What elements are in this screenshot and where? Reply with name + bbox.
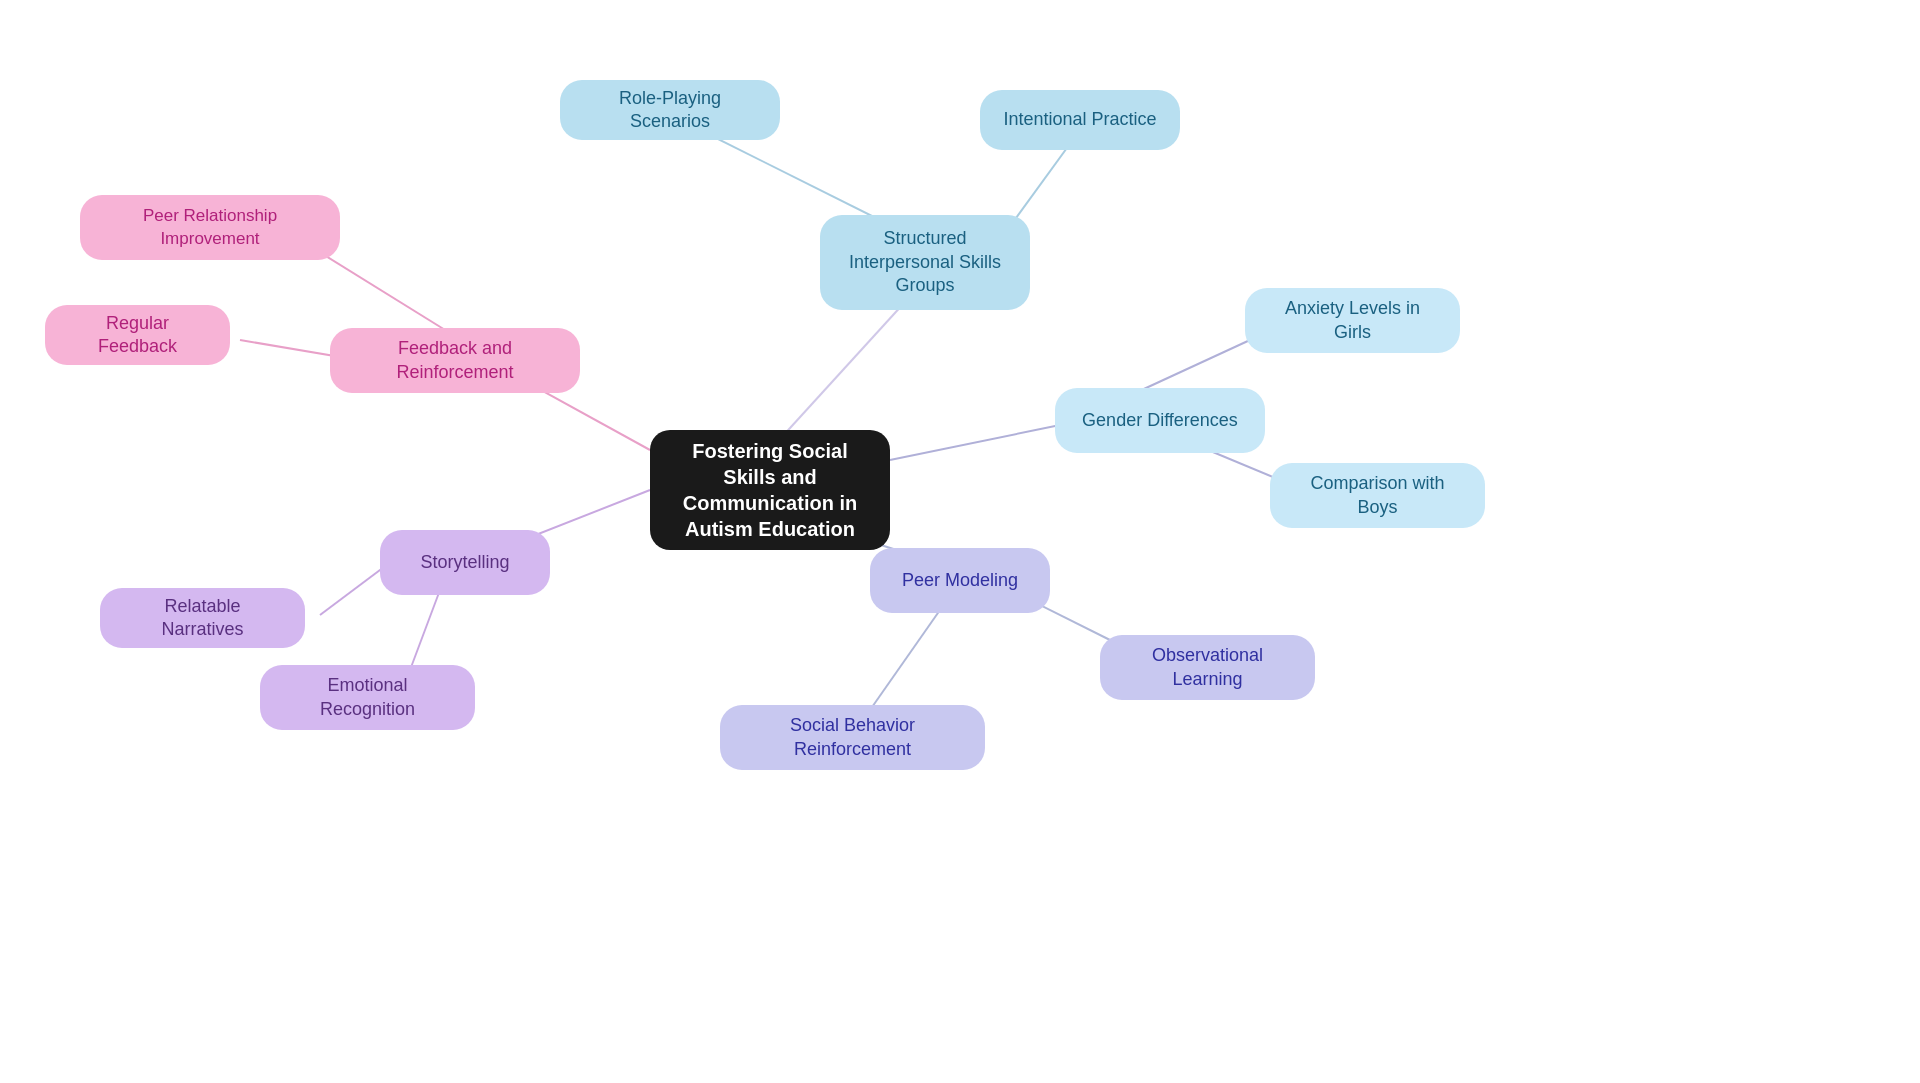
structured-groups-node[interactable]: Structured Interpersonal Skills Groups [820, 215, 1030, 310]
peer-relationship-node[interactable]: Peer Relationship Improvement [80, 195, 340, 260]
role-playing-node[interactable]: Role-Playing Scenarios [560, 80, 780, 140]
feedback-reinforcement-node[interactable]: Feedback and Reinforcement [330, 328, 580, 393]
social-behavior-node[interactable]: Social Behavior Reinforcement [720, 705, 985, 770]
storytelling-node[interactable]: Storytelling [380, 530, 550, 595]
svg-line-14 [870, 610, 940, 710]
peer-modeling-node[interactable]: Peer Modeling [870, 548, 1050, 613]
svg-line-8 [410, 590, 440, 670]
center-node[interactable]: Fostering Social Skills and Communicatio… [650, 430, 890, 550]
intentional-practice-node[interactable]: Intentional Practice [980, 90, 1180, 150]
emotional-recognition-node[interactable]: Emotional Recognition [260, 665, 475, 730]
gender-differences-node[interactable]: Gender Differences [1055, 388, 1265, 453]
anxiety-levels-node[interactable]: Anxiety Levels in Girls [1245, 288, 1460, 353]
relatable-narratives-node[interactable]: Relatable Narratives [100, 588, 305, 648]
comparison-boys-node[interactable]: Comparison with Boys [1270, 463, 1485, 528]
regular-feedback-node[interactable]: Regular Feedback [45, 305, 230, 365]
svg-line-9 [890, 425, 1060, 460]
observational-learning-node[interactable]: Observational Learning [1100, 635, 1315, 700]
